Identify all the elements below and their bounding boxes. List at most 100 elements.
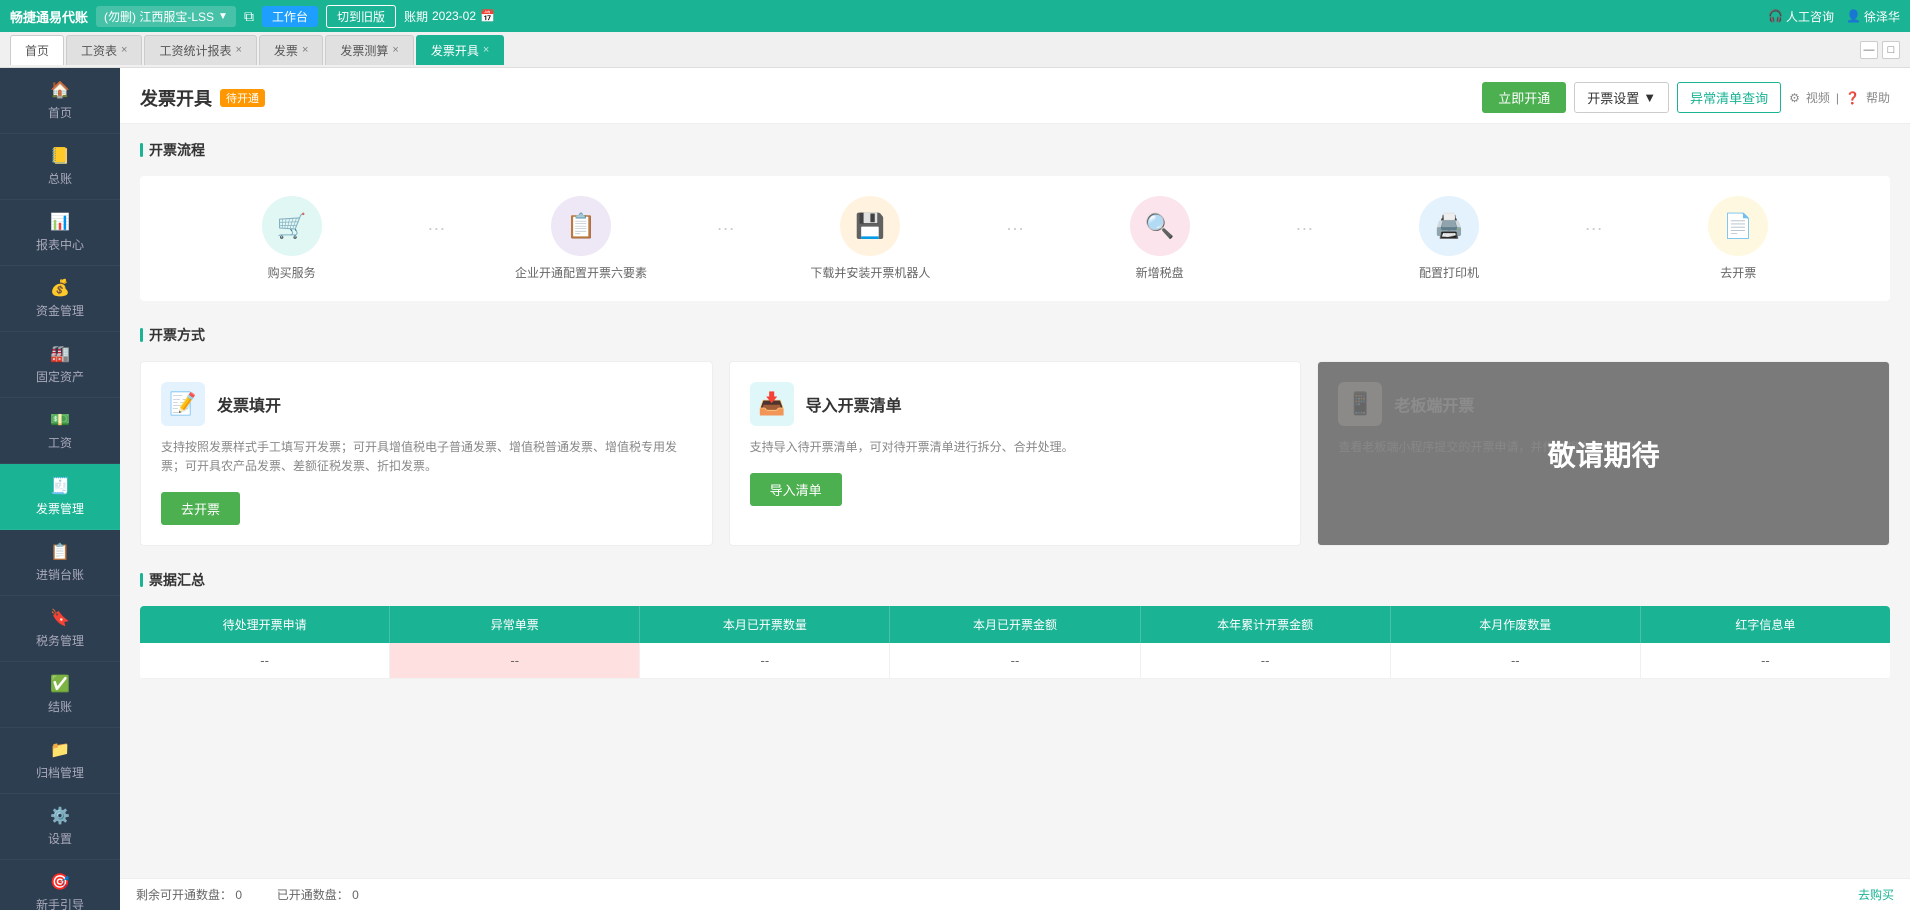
bottom-bar: 剩余可开通数盘： 0 已开通数盘： 0 去购买 <box>120 878 1910 910</box>
settings-button[interactable]: 开票设置 ▼ <box>1574 82 1669 113</box>
sidebar-label-home: 首页 <box>48 104 72 121</box>
remaining-value: 0 <box>235 888 242 902</box>
page-header: 发票开具 待开通 立即开通 开票设置 ▼ 异常清单查询 ⚙ 视频 | ❓ 帮助 <box>120 68 1910 124</box>
main-layout: 🏠 首页 📒 总账 📊 报表中心 💰 资金管理 🏭 固定资产 💵 工资 🧾 发票… <box>0 68 1910 910</box>
nav-tabs: 首页 工资表 × 工资统计报表 × 发票 × 发票测算 × 发票开具 × — □ <box>0 32 1910 68</box>
user-avatar[interactable]: 👤 徐泽华 <box>1846 8 1900 25</box>
tab-invoice[interactable]: 发票 × <box>259 35 323 65</box>
remaining-label: 剩余可开通数盘： <box>136 888 232 902</box>
sidebar-label-settings: 设置 <box>48 830 72 847</box>
config-icon: 📋 <box>551 196 611 256</box>
summary-table: 待处理开票申请 异常单票 本月已开票数量 本月已开票金额 本年累计开票金额 本月… <box>140 606 1890 679</box>
buy-service-icon: 🛒 <box>262 196 322 256</box>
cell-year-amt: -- <box>1141 643 1391 679</box>
open-now-button[interactable]: 立即开通 <box>1482 82 1566 113</box>
tab-payroll[interactable]: 工资表 × <box>66 35 142 65</box>
funds-icon: 💰 <box>50 278 70 298</box>
copy-icon[interactable]: ⧉ <box>244 8 254 25</box>
flow-step-issue: 📄 去开票 <box>1607 196 1870 281</box>
tab-invoice-issue-label: 发票开具 <box>431 42 479 59</box>
sidebar-item-home[interactable]: 🏠 首页 <box>0 68 120 134</box>
cell-pending: -- <box>140 643 390 679</box>
page-title-area: 发票开具 待开通 <box>140 85 265 111</box>
minimize-button[interactable]: — <box>1860 41 1878 59</box>
method-card-import-header: 📥 导入开票清单 <box>750 382 1281 426</box>
col-red-info: 红字信息单 <box>1641 606 1890 643</box>
tab-invoice-calc[interactable]: 发票测算 × <box>325 35 413 65</box>
tab-home[interactable]: 首页 <box>10 35 64 65</box>
flow-arrow-5: ··· <box>1585 218 1603 239</box>
import-title: 导入开票清单 <box>806 392 902 416</box>
cell-red-info: -- <box>1641 643 1890 679</box>
issue-label: 去开票 <box>1720 264 1756 281</box>
person-icon: 👤 <box>1846 9 1861 23</box>
page-header-actions: 立即开通 开票设置 ▼ 异常清单查询 ⚙ 视频 | ❓ 帮助 <box>1482 82 1890 113</box>
sidebar-item-ledger[interactable]: 📒 总账 <box>0 134 120 200</box>
calendar-icon[interactable]: 📅 <box>480 9 495 23</box>
sidebar-item-archive[interactable]: 📁 归档管理 <box>0 728 120 794</box>
buy-more-link[interactable]: 去购买 <box>1858 886 1894 903</box>
tab-payroll-report[interactable]: 工资统计报表 × <box>144 35 256 65</box>
purchase-sales-icon: 📋 <box>50 542 70 562</box>
sidebar-item-checkout[interactable]: ✅ 结账 <box>0 662 120 728</box>
flow-step-download: 💾 下载并安装开票机器人 <box>739 196 1002 281</box>
taxdisk-icon: 🔍 <box>1130 196 1190 256</box>
company-name: (勿删) 江西服宝-LSS <box>104 8 214 25</box>
tab-payroll-report-close[interactable]: × <box>235 44 241 56</box>
sidebar-item-funds[interactable]: 💰 资金管理 <box>0 266 120 332</box>
summary-section-title: 票据汇总 <box>140 570 1890 590</box>
company-selector[interactable]: (勿删) 江西服宝-LSS ▼ <box>96 6 236 27</box>
tab-invoice-calc-close[interactable]: × <box>392 44 398 56</box>
sidebar-item-assets[interactable]: 🏭 固定资产 <box>0 332 120 398</box>
sidebar-label-tax: 税务管理 <box>36 632 84 649</box>
maximize-button[interactable]: □ <box>1882 41 1900 59</box>
bottom-quota-info: 剩余可开通数盘： 0 已开通数盘： 0 <box>136 886 359 903</box>
divider: | <box>1836 91 1839 105</box>
sidebar-item-salary[interactable]: 💵 工资 <box>0 398 120 464</box>
download-icon: 💾 <box>840 196 900 256</box>
guide-icon: 🎯 <box>50 872 70 892</box>
tab-payroll-close[interactable]: × <box>121 44 127 56</box>
flow-section-title: 开票流程 <box>140 140 1890 160</box>
flow-arrow-3: ··· <box>1006 218 1024 239</box>
tab-invoice-issue[interactable]: 发票开具 × <box>416 35 504 65</box>
sidebar-item-reports[interactable]: 📊 报表中心 <box>0 200 120 266</box>
sidebar-label-funds: 资金管理 <box>36 302 84 319</box>
workbench-button[interactable]: 工作台 <box>262 6 318 27</box>
app-logo: 畅捷通易代账 <box>10 7 88 26</box>
flow-step-taxdisk: 🔍 新增税盘 <box>1028 196 1291 281</box>
tab-home-label: 首页 <box>25 42 49 59</box>
flow-step-config: 📋 企业开通配置开票六要素 <box>449 196 712 281</box>
sidebar-item-purchase-sales[interactable]: 📋 进销台账 <box>0 530 120 596</box>
buy-service-label: 购买服务 <box>268 264 316 281</box>
sidebar-item-settings[interactable]: ⚙️ 设置 <box>0 794 120 860</box>
top-bar-right: 🎧 人工咨询 👤 徐泽华 <box>1768 8 1900 25</box>
tab-invoice-close[interactable]: × <box>302 44 308 56</box>
cell-abnormal: -- <box>390 643 640 679</box>
methods-section-title: 开票方式 <box>140 325 1890 345</box>
go-issue-button[interactable]: 去开票 <box>161 492 240 525</box>
sidebar-item-tax[interactable]: 🔖 税务管理 <box>0 596 120 662</box>
cell-month-qty: -- <box>640 643 890 679</box>
headset-icon: 🎧 <box>1768 9 1783 23</box>
settings-circle-icon: ⚙ <box>1789 91 1800 105</box>
top-bar-left: 畅捷通易代账 (勿删) 江西服宝-LSS ▼ ⧉ 工作台 切到旧版 账期 202… <box>10 5 495 28</box>
import-list-button[interactable]: 导入清单 <box>750 473 842 506</box>
manual-fill-desc: 支持按照发票样式手工填写开发票；可开具增值税电子普通发票、增值税普通发票、增值税… <box>161 438 692 476</box>
tab-invoice-issue-close[interactable]: × <box>483 44 489 56</box>
flow-step-buy: 🛒 购买服务 <box>160 196 423 281</box>
sidebar-item-guide[interactable]: 🎯 新手引导 <box>0 860 120 910</box>
issue-icon: 📄 <box>1708 196 1768 256</box>
switch-old-button[interactable]: 切到旧版 <box>326 5 396 28</box>
col-month-qty: 本月已开票数量 <box>640 606 890 643</box>
method-card-manual: 📝 发票填开 支持按照发票样式手工填写开发票；可开具增值税电子普通发票、增值税普… <box>140 361 713 546</box>
ledger-icon: 📒 <box>50 146 70 166</box>
checkout-icon: ✅ <box>50 674 70 694</box>
consult-button[interactable]: 🎧 人工咨询 <box>1768 8 1834 25</box>
abnormal-query-button[interactable]: 异常清单查询 <box>1677 82 1781 113</box>
sidebar-label-reports: 报表中心 <box>36 236 84 253</box>
assets-icon: 🏭 <box>50 344 70 364</box>
salary-icon: 💵 <box>50 410 70 430</box>
sidebar-item-invoice[interactable]: 🧾 发票管理 <box>0 464 120 530</box>
coming-soon-overlay: 敬请期待 <box>1318 362 1889 545</box>
